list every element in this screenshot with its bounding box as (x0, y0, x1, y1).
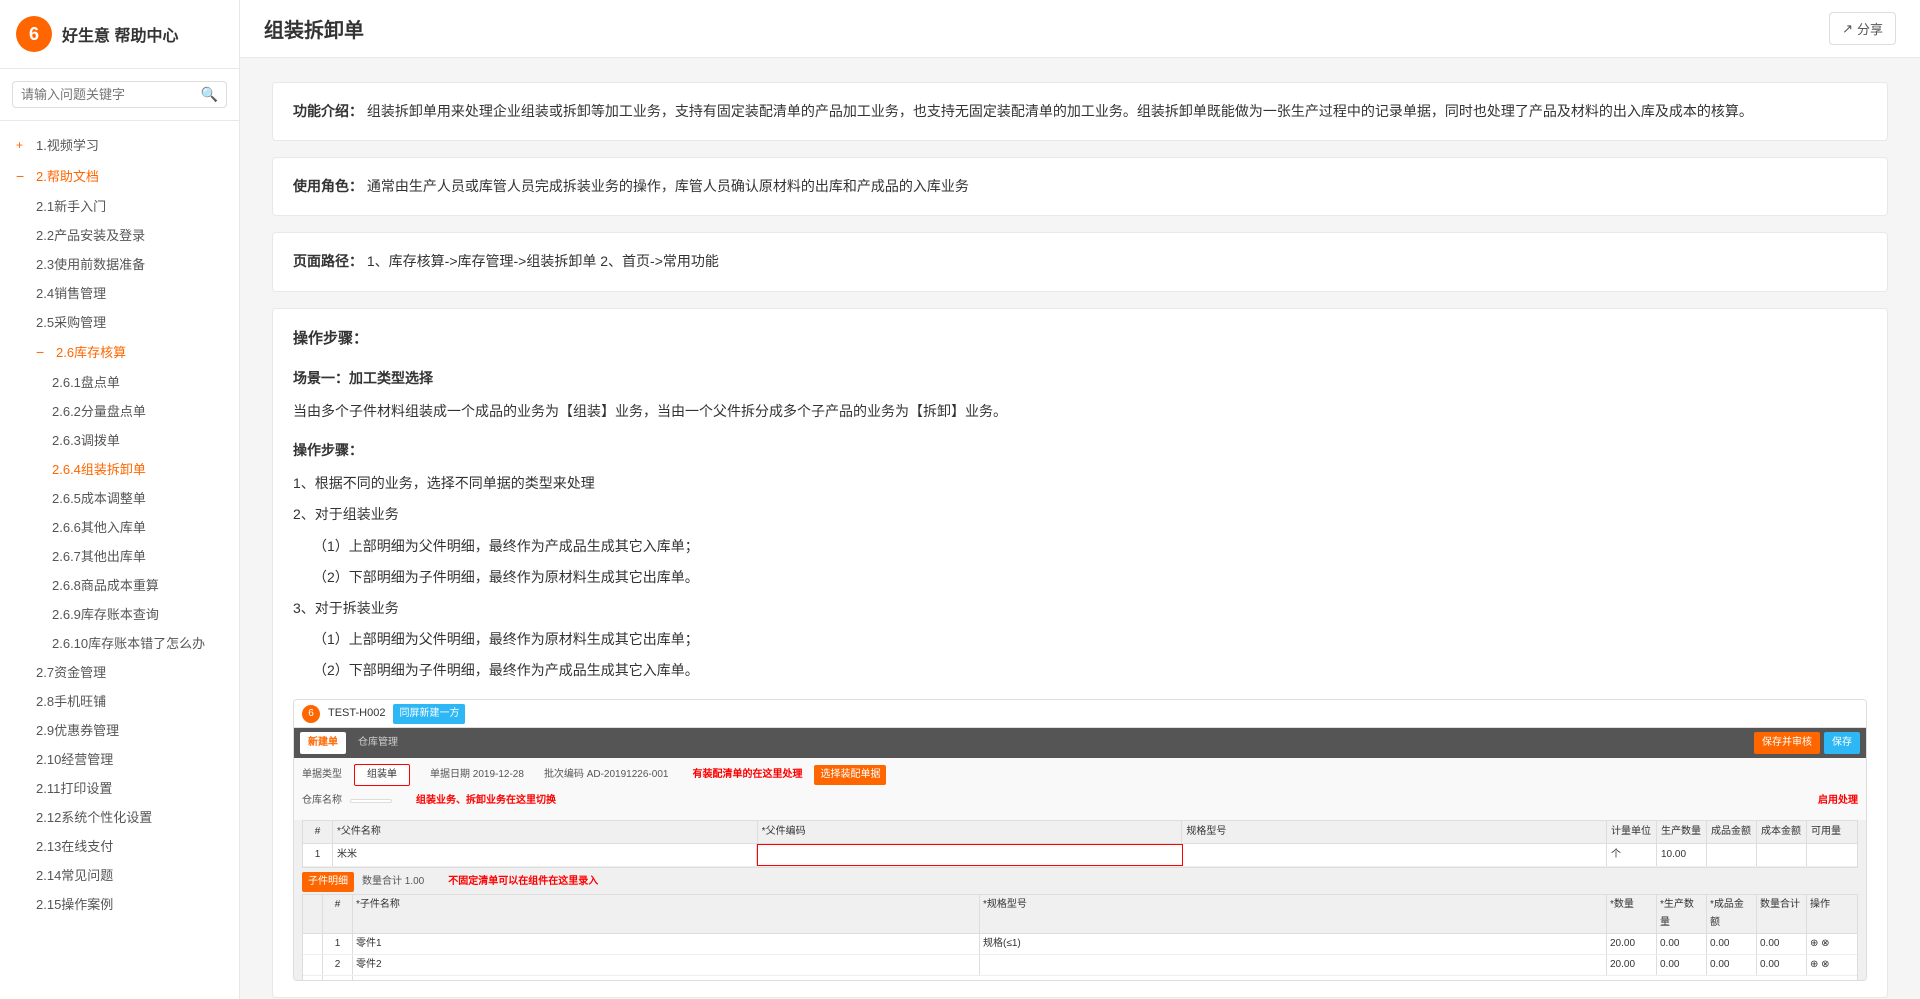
sidebar-item-partial-stocktake[interactable]: 2.6.2分量盘点单 (0, 396, 239, 425)
annotation4: 启用处理 (1818, 792, 1858, 810)
ops-block: 操作步骤： 场景一：加工类型选择 当由多个子件材料组装成一个成品的业务为【组装】… (272, 308, 1888, 999)
ss-table-lower: # *子件名称 *规格型号 *数量 *生产数量 *成品金额 数量合计 操作 1 (302, 894, 1858, 980)
search-input[interactable] (21, 87, 201, 102)
sidebar-item-docs[interactable]: − 2.帮助文档 (0, 160, 239, 191)
logo-area: 6 好生意 帮助中心 (0, 0, 239, 69)
sidebar-item-coupon[interactable]: 2.9优惠券管理 (0, 715, 239, 744)
ss-topbar: 6 TEST-H002 同屏新建一方 (294, 700, 1866, 728)
role-block: 使用角色： 通常由生产人员或库管人员完成拆装业务的操作，库管人员确认原材料的出库… (272, 157, 1888, 216)
path-block: 页面路径： 1、库存核算->库存管理->组装拆卸单 2、首页->常用功能 (272, 232, 1888, 291)
sidebar-item-ledger-fix[interactable]: 2.6.10库存账本错了怎么办 (0, 628, 239, 657)
sidebar-item-online-pay[interactable]: 2.13在线支付 (0, 831, 239, 860)
ops-title: 操作步骤： (293, 325, 1867, 352)
step2-sub1: （1）上部明细为父件明细，最终作为产成品生成其它入库单； (293, 534, 1867, 559)
sidebar-item-cases[interactable]: 2.15操作案例 (0, 889, 239, 918)
func-intro-label: 功能介绍： (293, 103, 363, 119)
screenshot-container: 6 TEST-H002 同屏新建一方 新建单 仓库管理 保存并审核 保存 (293, 699, 1867, 981)
sidebar-item-ops[interactable]: 2.10经营管理 (0, 744, 239, 773)
ss-logo: 6 (302, 705, 320, 723)
ss-table-upper: # *父件名称 *父件编码 规格型号 计量单位 生产数量 成品金额 成本金额 可… (302, 820, 1858, 868)
path-label: 页面路径： (293, 253, 363, 269)
annotation3: 组装业务、拆卸业务在这里切换 (416, 792, 556, 810)
search-icon[interactable]: 🔍 (201, 86, 218, 103)
search-box[interactable]: 🔍 (12, 81, 227, 108)
ops-title2: 操作步骤： (293, 438, 1867, 463)
annotation5: 不固定清单可以在组件在这里录入 (448, 873, 598, 891)
sidebar-item-other-inbound[interactable]: 2.6.6其他入库单 (0, 512, 239, 541)
sidebar-item-newbie[interactable]: 2.1新手入门 (0, 191, 239, 220)
sidebar-item-mobile[interactable]: 2.8手机旺铺 (0, 686, 239, 715)
ss-nav: 新建单 仓库管理 保存并审核 保存 (294, 728, 1866, 758)
func-intro-block: 功能介绍： 组装拆卸单用来处理企业组装或拆卸等加工业务，支持有固定装配清单的产品… (272, 82, 1888, 141)
sidebar-item-assembly[interactable]: 2.6.4组装拆卸单 (0, 454, 239, 483)
sidebar-item-install[interactable]: 2.2产品安装及登录 (0, 220, 239, 249)
sidebar: 6 好生意 帮助中心 🔍 + 1.视频学习 − 2.帮助文档 2.1新手入门 2… (0, 0, 240, 999)
sidebar-item-video[interactable]: + 1.视频学习 (0, 129, 239, 160)
sidebar-item-finance[interactable]: 2.7资金管理 (0, 657, 239, 686)
sidebar-item-data-prep[interactable]: 2.3使用前数据准备 (0, 249, 239, 278)
step3-sub2: （2）下部明细为子件明细，最终作为产成品生成其它入库单。 (293, 658, 1867, 683)
page-title: 组装拆卸单 (264, 14, 364, 43)
expand-icon: + (16, 138, 30, 152)
scene-desc: 当由多个子件材料组装成一个成品的业务为【组装】业务，当由一个父件拆分成多个子产品… (293, 399, 1867, 424)
sidebar-item-inventory[interactable]: − 2.6库存核算 (0, 336, 239, 367)
func-intro-text: 组装拆卸单用来处理企业组装或拆卸等加工业务，支持有固定装配清单的产品加工业务，也… (367, 103, 1753, 119)
sidebar-item-stocktake[interactable]: 2.6.1盘点单 (0, 367, 239, 396)
sidebar-item-cost-adjust[interactable]: 2.6.5成本调整单 (0, 483, 239, 512)
nav-tree: + 1.视频学习 − 2.帮助文档 2.1新手入门 2.2产品安装及登录 2.3… (0, 121, 239, 926)
share-icon: ↗ (1842, 21, 1853, 37)
sidebar-item-purchase[interactable]: 2.5采购管理 (0, 307, 239, 336)
top-header: 组装拆卸单 ↗ 分享 (240, 0, 1920, 58)
sidebar-item-settings[interactable]: 2.12系统个性化设置 (0, 802, 239, 831)
sidebar-item-sales[interactable]: 2.4销售管理 (0, 278, 239, 307)
ss-form: 单据类型 组装单 单据日期 2019-12-28 批次编码 AD-2019122… (294, 758, 1866, 820)
step3: 3、对于拆装业务 (293, 596, 1867, 621)
role-text: 通常由生产人员或库管人员完成拆装业务的操作，库管人员确认原材料的出库和产成品的入… (367, 178, 969, 194)
share-button[interactable]: ↗ 分享 (1829, 12, 1896, 45)
path-text: 1、库存核算->库存管理->组装拆卸单 2、首页->常用功能 (367, 253, 719, 269)
content-area: 功能介绍： 组装拆卸单用来处理企业组装或拆卸等加工业务，支持有固定装配清单的产品… (240, 58, 1920, 999)
collapse-icon: − (16, 168, 30, 184)
sidebar-item-cost-recalc[interactable]: 2.6.8商品成本重算 (0, 570, 239, 599)
logo-icon: 6 (16, 16, 52, 52)
screenshot-image: 6 TEST-H002 同屏新建一方 新建单 仓库管理 保存并审核 保存 (294, 700, 1866, 980)
step3-sub1: （1）上部明细为父件明细，最终作为原材料生成其它出库单； (293, 627, 1867, 652)
sidebar-item-other-outbound[interactable]: 2.6.7其他出库单 (0, 541, 239, 570)
main-area: 组装拆卸单 ↗ 分享 功能介绍： 组装拆卸单用来处理企业组装或拆卸等加工业务，支… (240, 0, 1920, 999)
scene-title: 场景一：加工类型选择 (293, 366, 1867, 391)
app-name: 好生意 帮助中心 (62, 22, 178, 46)
step2: 2、对于组装业务 (293, 502, 1867, 527)
search-area: 🔍 (0, 69, 239, 121)
annotation1: 有装配清单的在这里处理 (692, 766, 802, 784)
collapse-icon-2: − (36, 344, 50, 360)
step2-sub2: （2）下部明细为子件明细，最终作为原材料生成其它出库单。 (293, 565, 1867, 590)
sidebar-item-transfer[interactable]: 2.6.3调拨单 (0, 425, 239, 454)
sidebar-item-faq[interactable]: 2.14常见问题 (0, 860, 239, 889)
sidebar-item-ledger-query[interactable]: 2.6.9库存账本查询 (0, 599, 239, 628)
role-label: 使用角色： (293, 178, 363, 194)
step1: 1、根据不同的业务，选择不同单据的类型来处理 (293, 471, 1867, 496)
sidebar-item-print[interactable]: 2.11打印设置 (0, 773, 239, 802)
